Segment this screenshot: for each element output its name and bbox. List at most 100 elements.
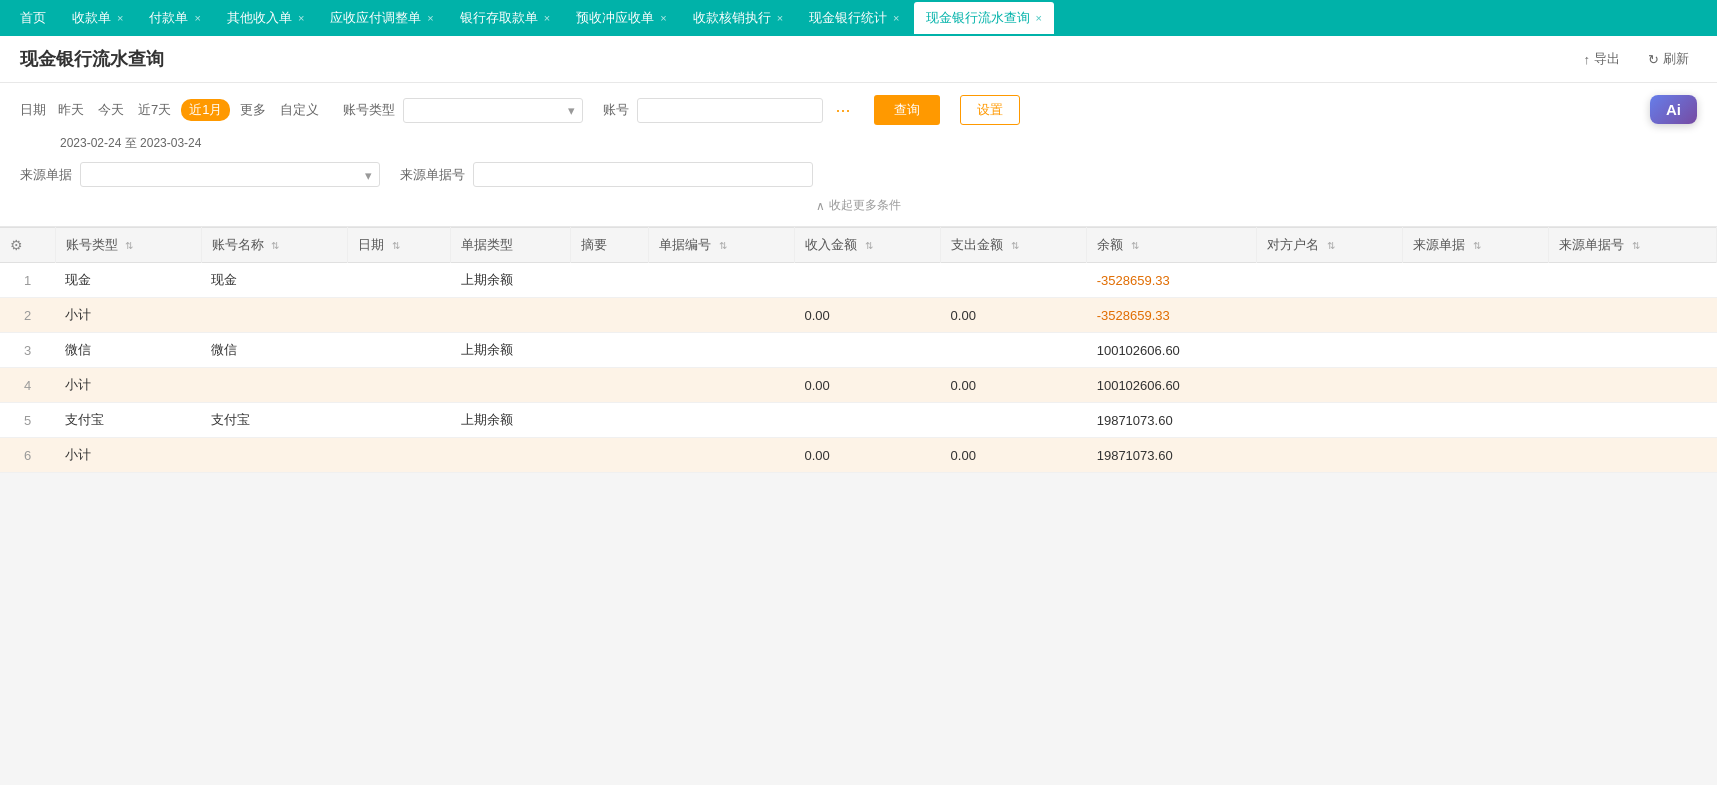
cell-doc-no xyxy=(648,263,794,298)
col-doc-type: 单据类型 xyxy=(451,228,571,263)
filter-area: 日期 昨天 今天 近7天 近1月 更多 自定义 账号类型 账号 ··· xyxy=(0,83,1717,227)
cell-source-doc xyxy=(1403,298,1549,333)
date-opt-today[interactable]: 今天 xyxy=(94,99,128,121)
nav-tab-4[interactable]: 银行存取款单 × xyxy=(448,2,562,34)
nav-tab-0[interactable]: 收款单 × xyxy=(60,2,135,34)
col-expense[interactable]: 支出金额 ⇅ xyxy=(941,228,1087,263)
cell-balance: -3528659.33 xyxy=(1087,263,1257,298)
cell-doc-type xyxy=(451,298,571,333)
account-dots-button[interactable]: ··· xyxy=(831,100,854,121)
table-row[interactable]: 1 现金 现金 上期余额 -3528659.33 xyxy=(0,263,1717,298)
cell-counterparty xyxy=(1257,368,1403,403)
sort-account-name-icon: ⇅ xyxy=(271,240,279,251)
refresh-icon: ↻ xyxy=(1648,52,1659,67)
col-counterparty[interactable]: 对方户名 ⇅ xyxy=(1257,228,1403,263)
nav-tab-3[interactable]: 应收应付调整单 × xyxy=(318,2,445,34)
page-header: 现金银行流水查询 ↑ 导出 ↻ 刷新 xyxy=(0,36,1717,83)
close-tab-0-icon[interactable]: × xyxy=(117,12,123,24)
col-gear[interactable]: ⚙ xyxy=(0,228,55,263)
cell-account-type: 支付宝 xyxy=(55,403,201,438)
query-button[interactable]: 查询 xyxy=(874,95,940,125)
refresh-button[interactable]: ↻ 刷新 xyxy=(1640,46,1697,72)
cell-income: 0.00 xyxy=(795,438,941,473)
nav-tab-2[interactable]: 其他收入单 × xyxy=(215,2,316,34)
col-source-doc-no[interactable]: 来源单据号 ⇅ xyxy=(1549,228,1717,263)
cell-num: 2 xyxy=(0,298,55,333)
cell-account-name xyxy=(201,438,347,473)
nav-home[interactable]: 首页 xyxy=(8,2,58,34)
source-doc-no-label: 来源单据号 xyxy=(400,166,465,184)
close-tab-2-icon[interactable]: × xyxy=(298,12,304,24)
col-account-name[interactable]: 账号名称 ⇅ xyxy=(201,228,347,263)
close-tab-1-icon[interactable]: × xyxy=(194,12,200,24)
account-type-select[interactable] xyxy=(403,98,583,123)
source-doc-no-input[interactable] xyxy=(473,162,813,187)
cell-doc-no xyxy=(648,438,794,473)
date-options: 昨天 今天 近7天 近1月 更多 自定义 xyxy=(54,99,323,121)
date-opt-7days[interactable]: 近7天 xyxy=(134,99,175,121)
date-opt-more[interactable]: 更多 xyxy=(236,99,270,121)
col-balance[interactable]: 余额 ⇅ xyxy=(1087,228,1257,263)
col-income[interactable]: 收入金额 ⇅ xyxy=(795,228,941,263)
cell-source-doc-no xyxy=(1549,333,1717,368)
table-row[interactable]: 5 支付宝 支付宝 上期余额 19871073.60 xyxy=(0,403,1717,438)
cell-summary xyxy=(571,403,648,438)
table-row[interactable]: 3 微信 微信 上期余额 100102606.60 xyxy=(0,333,1717,368)
cell-account-name: 微信 xyxy=(201,333,347,368)
cell-summary xyxy=(571,263,648,298)
cell-balance: -3528659.33 xyxy=(1087,298,1257,333)
sort-source-doc-icon: ⇅ xyxy=(1473,240,1481,251)
export-button[interactable]: ↑ 导出 xyxy=(1576,46,1629,72)
table-row[interactable]: 2 小计 0.00 0.00 -3528659.33 xyxy=(0,298,1717,333)
account-label: 账号 xyxy=(603,101,629,119)
account-type-label: 账号类型 xyxy=(343,101,395,119)
ai-button[interactable]: Ai xyxy=(1650,95,1697,124)
sort-source-doc-no-icon: ⇅ xyxy=(1632,240,1640,251)
nav-tab-5[interactable]: 预收冲应收单 × xyxy=(564,2,678,34)
col-date[interactable]: 日期 ⇅ xyxy=(347,228,450,263)
col-doc-no[interactable]: 单据编号 ⇅ xyxy=(648,228,794,263)
cell-num: 4 xyxy=(0,368,55,403)
cell-date xyxy=(347,333,450,368)
cell-date xyxy=(347,298,450,333)
close-tab-5-icon[interactable]: × xyxy=(660,12,666,24)
sort-income-icon: ⇅ xyxy=(865,240,873,251)
date-opt-custom[interactable]: 自定义 xyxy=(276,99,323,121)
cell-account-name xyxy=(201,298,347,333)
source-doc-select[interactable] xyxy=(80,162,380,187)
close-tab-8-icon[interactable]: × xyxy=(1036,12,1042,24)
source-doc-filter-group: 来源单据 xyxy=(20,162,380,187)
date-opt-yesterday[interactable]: 昨天 xyxy=(54,99,88,121)
cell-balance: 19871073.60 xyxy=(1087,403,1257,438)
table-header-row: ⚙ 账号类型 ⇅ 账号名称 ⇅ 日期 ⇅ 单据类型 摘要 单据编号 ⇅ 收入金额… xyxy=(0,228,1717,263)
collapse-bar[interactable]: ∧ 收起更多条件 xyxy=(20,197,1697,214)
account-input[interactable] xyxy=(637,98,823,123)
close-tab-7-icon[interactable]: × xyxy=(893,12,899,24)
date-label: 日期 xyxy=(20,101,46,119)
table-row[interactable]: 6 小计 0.00 0.00 19871073.60 xyxy=(0,438,1717,473)
chevron-up-icon: ∧ xyxy=(816,199,825,213)
cell-expense xyxy=(941,333,1087,368)
settings-button[interactable]: 设置 xyxy=(960,95,1020,125)
nav-tab-1[interactable]: 付款单 × xyxy=(137,2,212,34)
table-container: ⚙ 账号类型 ⇅ 账号名称 ⇅ 日期 ⇅ 单据类型 摘要 单据编号 ⇅ 收入金额… xyxy=(0,227,1717,473)
date-opt-1month[interactable]: 近1月 xyxy=(181,99,230,121)
cell-source-doc-no xyxy=(1549,263,1717,298)
cell-source-doc-no xyxy=(1549,298,1717,333)
nav-tab-8[interactable]: 现金银行流水查询 × xyxy=(914,2,1054,34)
cell-income xyxy=(795,333,941,368)
col-account-type[interactable]: 账号类型 ⇅ xyxy=(55,228,201,263)
col-source-doc[interactable]: 来源单据 ⇅ xyxy=(1403,228,1549,263)
cell-balance: 100102606.60 xyxy=(1087,368,1257,403)
nav-tab-7[interactable]: 现金银行统计 × xyxy=(797,2,911,34)
close-tab-6-icon[interactable]: × xyxy=(777,12,783,24)
cell-num: 5 xyxy=(0,403,55,438)
close-tab-4-icon[interactable]: × xyxy=(544,12,550,24)
close-tab-3-icon[interactable]: × xyxy=(427,12,433,24)
cell-account-type: 小计 xyxy=(55,438,201,473)
export-icon: ↑ xyxy=(1584,52,1591,67)
nav-tab-6[interactable]: 收款核销执行 × xyxy=(681,2,795,34)
cell-date xyxy=(347,368,450,403)
header-actions: ↑ 导出 ↻ 刷新 xyxy=(1576,46,1698,72)
table-row[interactable]: 4 小计 0.00 0.00 100102606.60 xyxy=(0,368,1717,403)
